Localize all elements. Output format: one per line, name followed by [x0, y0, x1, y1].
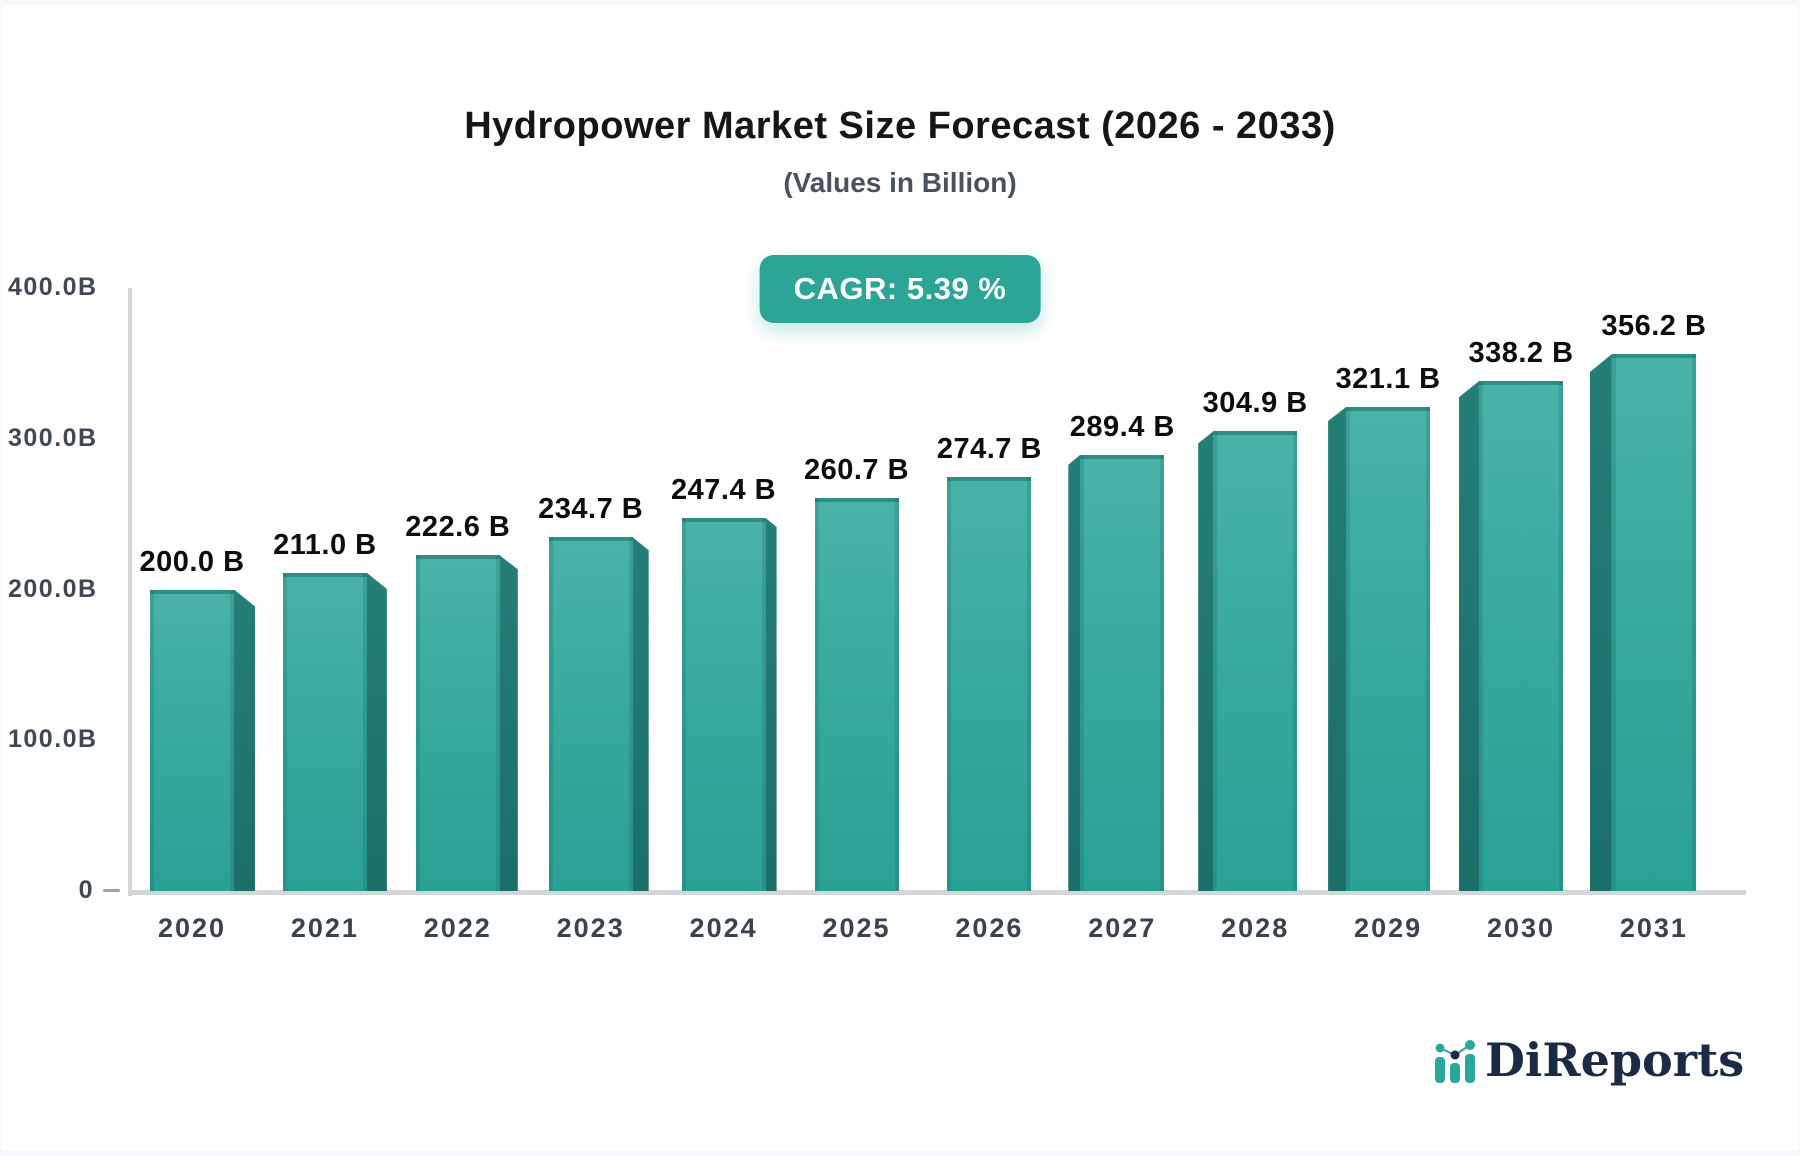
- bar-2024: [681, 518, 766, 891]
- mini-bar-line-chart-icon: [1435, 1039, 1475, 1083]
- bar-2020: [150, 589, 234, 891]
- bar-2021: [282, 572, 367, 891]
- bar-2029-side-face: [1328, 406, 1347, 891]
- bar-2027: [1080, 454, 1165, 891]
- zero-tick-dash: [103, 889, 120, 892]
- bar-2023-side-face: [632, 537, 649, 891]
- bar-value-label: 356.2 B: [1601, 310, 1707, 343]
- bar-2020-side-face: [234, 589, 255, 891]
- bar-2024-side-face: [765, 518, 777, 891]
- bar-2030-side-face: [1459, 381, 1479, 891]
- bar-2028-side-face: [1198, 431, 1214, 891]
- bar-2025: [814, 497, 899, 891]
- bar-2031: [1611, 354, 1696, 891]
- bar-2022-side-face: [499, 555, 518, 891]
- bar-2022: [415, 555, 500, 891]
- bar-2026: [947, 476, 1032, 891]
- brand-logo: DiReports: [1434, 1035, 1744, 1086]
- brand-logo-text: DiReports: [1485, 1033, 1745, 1087]
- y-axis-label: 200.0B: [8, 574, 98, 603]
- bar-2021-side-face: [366, 572, 387, 891]
- chart-title: Hydropower Market Size Forecast (2026 - …: [464, 105, 1336, 147]
- bar-2029: [1346, 406, 1431, 891]
- plot-area: 200.0 B 2020 211.0 B 2021 222.6 B 2022 234.7 B…: [128, 283, 1746, 943]
- bar-2023: [548, 537, 633, 891]
- bar-2030: [1479, 381, 1563, 891]
- x-axis-label: 2031: [1619, 913, 1688, 943]
- chart-canvas: Hydropower Market Size Forecast (2026 - …: [0, 0, 1800, 1156]
- chart-card: Hydropower Market Size Forecast (2026 - …: [2, 5, 1798, 1150]
- bar-2027-side-face: [1068, 454, 1081, 891]
- bar-2031-side-face: [1589, 354, 1612, 891]
- y-axis-label: 400.0B: [8, 273, 98, 301]
- bar-2028: [1213, 431, 1298, 891]
- y-axis-label: 0: [78, 876, 94, 904]
- y-axis-label: 300.0B: [8, 423, 98, 452]
- chart-subtitle: (Values in Billion): [783, 167, 1017, 198]
- y-axis-line: [128, 288, 132, 896]
- y-axis-label: 100.0B: [8, 725, 98, 754]
